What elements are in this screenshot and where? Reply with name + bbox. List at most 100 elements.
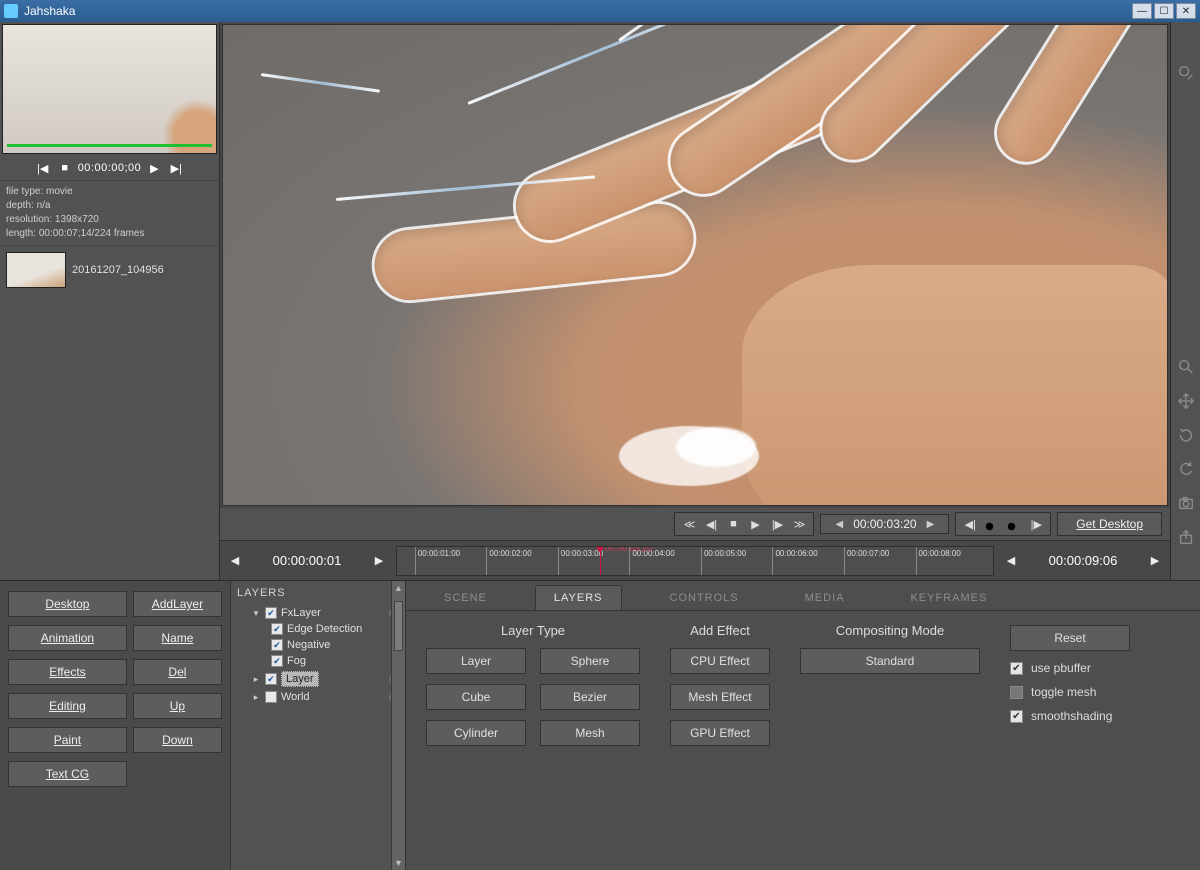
step-back-button[interactable]: ◀|: [701, 515, 721, 533]
scrollbar-thumb[interactable]: [394, 601, 403, 651]
center-area: ≪ ◀| ■ ▶ |▶ ≫ ◀ 00:00:03:20 ▶ ◀| |▶: [220, 22, 1170, 580]
desktop-button[interactable]: Desktop: [8, 591, 127, 617]
clip-thumbnail: [6, 252, 66, 288]
expander-icon[interactable]: ▸: [251, 692, 261, 702]
maximize-button[interactable]: ☐: [1154, 3, 1174, 19]
cube-button[interactable]: Cube: [426, 684, 526, 710]
timeline-end-next[interactable]: ▶: [1146, 554, 1164, 567]
minimize-button[interactable]: —: [1132, 3, 1152, 19]
down-button[interactable]: Down: [133, 727, 222, 753]
bezier-button[interactable]: Bezier: [540, 684, 640, 710]
tab-scene[interactable]: SCENE: [426, 586, 505, 610]
tree-world[interactable]: ▸ ✔ World ◉: [237, 689, 401, 705]
time-next-button[interactable]: ▶: [927, 519, 935, 530]
next-key-button[interactable]: |▶: [1026, 515, 1046, 533]
layer-button[interactable]: Layer: [426, 648, 526, 674]
compositing-group: Compositing Mode Standard: [800, 623, 980, 858]
toggle-mesh-checkbox[interactable]: ✔toggle mesh: [1010, 685, 1180, 699]
expander-icon[interactable]: ▸: [251, 674, 261, 684]
list-item[interactable]: 20161207_104956: [4, 250, 215, 290]
play-button[interactable]: ▶: [745, 515, 765, 533]
step-forward-button[interactable]: |▶: [767, 515, 787, 533]
tab-keyframes[interactable]: KEYFRAMES: [892, 586, 1005, 610]
zoom-icon[interactable]: [1175, 356, 1197, 378]
clip-list: 20161207_104956: [0, 246, 219, 294]
transport-group: ≪ ◀| ■ ▶ |▶ ≫: [674, 512, 814, 536]
timeline-end-prev[interactable]: ◀: [1002, 554, 1020, 567]
layers-tree-panel: LAYERS ▾ ✔ FxLayer ◉ ✔ Edge Detection ✔ …: [230, 581, 406, 870]
preview-thumbnail[interactable]: [2, 24, 217, 154]
text-cg-button[interactable]: Text CG: [8, 761, 127, 787]
camera-icon[interactable]: [1175, 492, 1197, 514]
compositing-standard-button[interactable]: Standard: [800, 648, 980, 674]
scroll-up-icon[interactable]: ▲: [392, 583, 405, 593]
tree-negative[interactable]: ✔ Negative: [237, 637, 401, 653]
cylinder-button[interactable]: Cylinder: [426, 720, 526, 746]
name-button[interactable]: Name: [133, 625, 222, 651]
move-icon[interactable]: [1175, 390, 1197, 412]
checkbox[interactable]: ✔: [265, 673, 277, 685]
tree-fxlayer[interactable]: ▾ ✔ FxLayer ◉: [237, 605, 401, 621]
up-button[interactable]: Up: [133, 693, 222, 719]
render-options: Reset ✔use pbuffer ✔toggle mesh ✔smooths…: [1010, 623, 1180, 858]
layers-scrollbar[interactable]: ▲ ▼: [391, 581, 405, 870]
tab-layers[interactable]: LAYERS: [535, 585, 622, 610]
paint-button[interactable]: Paint: [8, 727, 127, 753]
clip-name: 20161207_104956: [72, 264, 164, 276]
play-button[interactable]: ▶: [145, 160, 163, 176]
timeline-start-prev[interactable]: ◀: [226, 554, 244, 567]
first-frame-button[interactable]: |◀: [34, 160, 52, 176]
fast-forward-button[interactable]: ≫: [789, 515, 809, 533]
stop-button[interactable]: ■: [56, 160, 74, 176]
get-desktop-button[interactable]: Get Desktop: [1057, 512, 1162, 536]
rewind-button[interactable]: ≪: [679, 515, 699, 533]
editing-button[interactable]: Editing: [8, 693, 127, 719]
checkbox[interactable]: ✔: [265, 691, 277, 703]
tab-controls[interactable]: CONTROLS: [652, 586, 757, 610]
scroll-down-icon[interactable]: ▼: [392, 858, 405, 868]
last-frame-button[interactable]: ▶|: [167, 160, 185, 176]
checkbox[interactable]: ✔: [265, 607, 277, 619]
right-toolbar: [1170, 22, 1200, 580]
remove-key-button[interactable]: [1004, 515, 1024, 533]
refresh-icon[interactable]: [1175, 458, 1197, 480]
close-button[interactable]: ✕: [1176, 3, 1196, 19]
addlayer-button[interactable]: AddLayer: [133, 591, 222, 617]
add-key-button[interactable]: [982, 515, 1002, 533]
tree-edge-detection[interactable]: ✔ Edge Detection: [237, 621, 401, 637]
effects-button[interactable]: Effects: [8, 659, 127, 685]
expander-icon[interactable]: ▾: [251, 608, 261, 618]
tab-bar: SCENE LAYERS CONTROLS MEDIA KEYFRAMES: [406, 581, 1200, 611]
use-pbuffer-checkbox[interactable]: ✔use pbuffer: [1010, 661, 1180, 675]
checkbox[interactable]: ✔: [271, 623, 283, 635]
cpu-effect-button[interactable]: CPU Effect: [670, 648, 770, 674]
sphere-button[interactable]: Sphere: [540, 648, 640, 674]
search-icon[interactable]: [1175, 62, 1197, 84]
animation-button[interactable]: Animation: [8, 625, 127, 651]
tab-media[interactable]: MEDIA: [787, 586, 863, 610]
mesh-effect-button[interactable]: Mesh Effect: [670, 684, 770, 710]
mode-panel: Desktop Animation Effects Editing Paint …: [0, 581, 230, 870]
preview-panel: |◀ ■ 00:00:00;00 ▶ ▶| file type: movie d…: [0, 22, 220, 580]
layer-type-group: Layer Type Layer Sphere Cube Bezier Cyli…: [426, 623, 640, 858]
checkbox[interactable]: ✔: [271, 655, 283, 667]
gpu-effect-button[interactable]: GPU Effect: [670, 720, 770, 746]
viewport-timecode: 00:00:03:20: [853, 517, 916, 531]
export-icon[interactable]: [1175, 526, 1197, 548]
timeline-track[interactable]: 00:00:01:00 00:00:02:00 00:00:03:00 00:0…: [396, 546, 994, 576]
prev-key-button[interactable]: ◀|: [960, 515, 980, 533]
del-button[interactable]: Del: [133, 659, 222, 685]
smoothshading-checkbox[interactable]: ✔smoothshading: [1010, 709, 1180, 723]
tree-layer[interactable]: ▸ ✔ Layer ◉: [237, 669, 401, 689]
reset-button[interactable]: Reset: [1010, 625, 1130, 651]
tree-fog[interactable]: ✔ Fog: [237, 653, 401, 669]
viewport-controls: ≪ ◀| ■ ▶ |▶ ≫ ◀ 00:00:03:20 ▶ ◀| |▶: [220, 508, 1170, 540]
timeline-start-next[interactable]: ▶: [370, 554, 388, 567]
rotate-icon[interactable]: [1175, 424, 1197, 446]
stop-button[interactable]: ■: [723, 515, 743, 533]
checkbox[interactable]: ✔: [271, 639, 283, 651]
mesh-button[interactable]: Mesh: [540, 720, 640, 746]
time-prev-button[interactable]: ◀: [835, 519, 843, 530]
add-effect-group: Add Effect CPU Effect Mesh Effect GPU Ef…: [670, 623, 770, 858]
viewport[interactable]: [222, 24, 1168, 506]
